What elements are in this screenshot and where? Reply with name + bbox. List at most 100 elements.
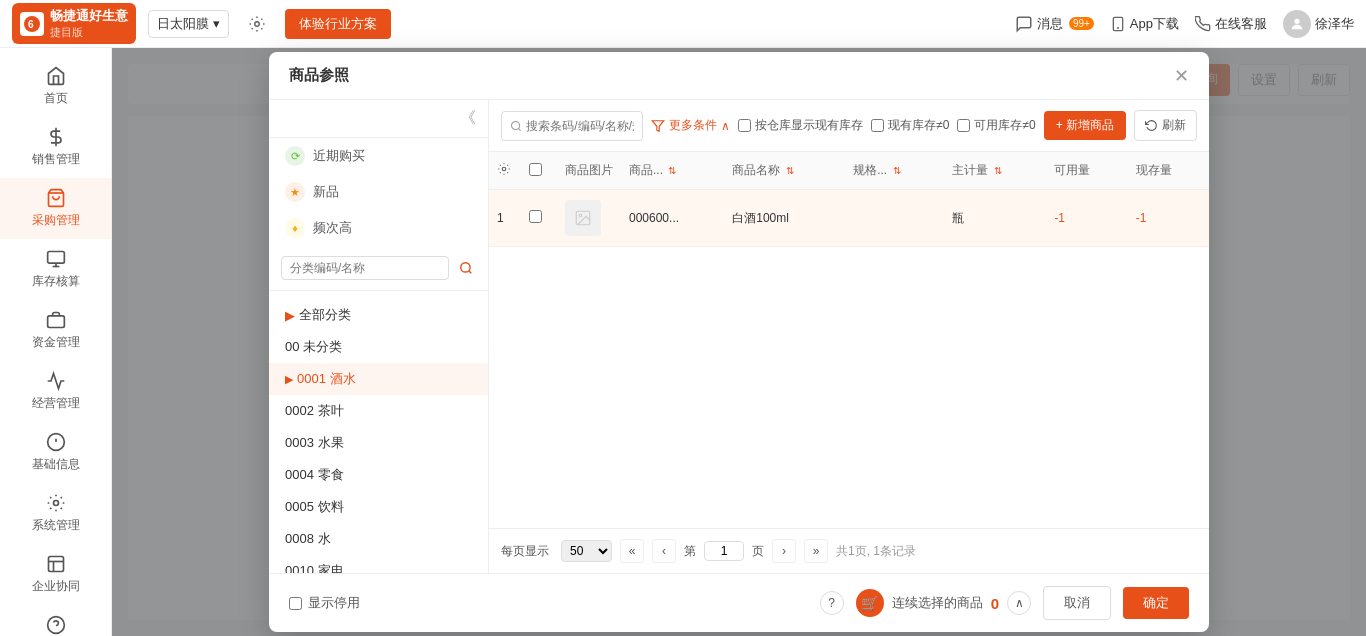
category-label-0004: 0004 零食: [285, 466, 344, 484]
cart-icon[interactable]: 🛒: [856, 589, 884, 617]
category-label-0008: 0008 水: [285, 530, 331, 548]
store-dropdown[interactable]: 日太阳膜 ▾: [148, 10, 229, 38]
category-item-all[interactable]: ▶ 全部分类: [269, 299, 488, 331]
svg-line-27: [468, 271, 471, 274]
user-name: 徐泽华: [1315, 15, 1354, 33]
category-item-0004[interactable]: 0004 零食: [269, 459, 488, 491]
refresh-btn[interactable]: 刷新: [1134, 110, 1197, 141]
show-disabled-text: 显示停用: [308, 594, 360, 612]
collapse-btn[interactable]: 《: [460, 108, 476, 129]
dialog-close-btn[interactable]: ✕: [1174, 67, 1189, 85]
filter-label: 更多条件: [669, 117, 717, 134]
trial-btn[interactable]: 体验行业方案: [285, 9, 391, 39]
th-checkbox[interactable]: [521, 152, 557, 190]
last-page-btn[interactable]: »: [804, 539, 828, 563]
available-label: 现有库存≠0: [888, 117, 949, 134]
sidebar-item-inventory[interactable]: 库存核算: [0, 239, 111, 300]
product-search-input[interactable]: [526, 119, 634, 133]
sidebar-label-system: 系统管理: [32, 517, 80, 534]
category-search-btn[interactable]: [455, 254, 476, 282]
td-unit: 瓶: [944, 190, 1046, 247]
category-search-input[interactable]: [281, 256, 449, 280]
filter-btn[interactable]: 更多条件 ∧: [651, 117, 730, 134]
sort-icon-code: ⇅: [668, 165, 676, 176]
first-page-btn[interactable]: «: [620, 539, 644, 563]
add-product-btn[interactable]: + 新增商品: [1044, 111, 1126, 140]
table-row[interactable]: 1: [489, 190, 1209, 247]
category-item-0005[interactable]: 0005 饮料: [269, 491, 488, 523]
page-input[interactable]: [704, 541, 744, 561]
freq-icon: ♦: [285, 218, 305, 238]
checkbox-available[interactable]: 现有库存≠0: [871, 117, 949, 134]
category-item-0008[interactable]: 0008 水: [269, 523, 488, 555]
quick-filter-freq[interactable]: ♦ 频次高: [269, 210, 488, 246]
confirm-btn[interactable]: 确定: [1123, 587, 1189, 619]
help-icon[interactable]: ?: [820, 591, 844, 615]
td-checkbox[interactable]: [521, 190, 557, 247]
row-checkbox[interactable]: [529, 210, 542, 223]
logo[interactable]: 6 畅捷通好生意 捷目版: [12, 3, 136, 44]
usable-checkbox[interactable]: [957, 119, 970, 132]
category-item-00[interactable]: 00 未分类: [269, 331, 488, 363]
select-all-checkbox[interactable]: [529, 163, 542, 176]
th-spec[interactable]: 规格... ⇅: [845, 152, 944, 190]
page-label: 第: [684, 543, 696, 560]
category-item-0003[interactable]: 0003 水果: [269, 427, 488, 459]
main-layout: 首页 销售管理 采购管理 库存核算 资金管理 经营管理 基础信息 系统管理: [0, 48, 1366, 636]
settings-icon[interactable]: [241, 8, 273, 40]
quick-filter-new[interactable]: ★ 新品: [269, 174, 488, 210]
right-panel: 更多条件 ∧ 按仓库显示现有库存 现有库存≠0: [489, 100, 1209, 573]
cart-collapse-btn[interactable]: ∧: [1007, 591, 1031, 615]
content-area: 查询 设置 刷新 商品参照 ✕ 《: [112, 48, 1366, 636]
product-table: 商品图片 商品... ⇅ 商品名称 ⇅: [489, 152, 1209, 247]
sidebar-item-home[interactable]: 首页: [0, 56, 111, 117]
td-index: 1: [489, 190, 521, 247]
sidebar-item-collab[interactable]: 企业协同: [0, 544, 111, 605]
category-label-0001: 0001 酒水: [297, 370, 356, 388]
sidebar-item-system[interactable]: 系统管理: [0, 483, 111, 544]
checkbox-warehouse[interactable]: 按仓库显示现有库存: [738, 117, 863, 134]
svg-point-26: [460, 263, 469, 272]
product-image: [565, 200, 601, 236]
svg-point-2: [255, 21, 260, 26]
product-search-box[interactable]: [501, 111, 643, 141]
per-page-select[interactable]: 50 100 200: [561, 540, 612, 562]
th-code[interactable]: 商品... ⇅: [621, 152, 724, 190]
sidebar-item-guide[interactable]: 新手引导: [0, 605, 111, 636]
category-label-0010: 0010 家电: [285, 562, 344, 573]
cart-label: 连续选择的商品: [892, 594, 983, 612]
sidebar-item-info[interactable]: 基础信息: [0, 422, 111, 483]
next-page-btn[interactable]: ›: [772, 539, 796, 563]
user-item[interactable]: 徐泽华: [1283, 10, 1354, 38]
online-service-item[interactable]: 在线客服: [1195, 15, 1267, 33]
sidebar-item-sales[interactable]: 销售管理: [0, 117, 111, 178]
app-download-item[interactable]: App下载: [1110, 15, 1179, 33]
store-name: 日太阳膜: [157, 15, 209, 33]
checkbox-usable[interactable]: 可用库存≠0: [957, 117, 1035, 134]
quick-filter-recent[interactable]: ⟳ 近期购买: [269, 138, 488, 174]
category-item-0010[interactable]: 0010 家电: [269, 555, 488, 573]
category-item-0001[interactable]: ▶ 0001 酒水: [269, 363, 488, 395]
dialog-header: 商品参照 ✕: [269, 52, 1209, 100]
sidebar-label-management: 经营管理: [32, 395, 80, 412]
online-service-label: 在线客服: [1215, 15, 1267, 33]
sidebar-item-management[interactable]: 经营管理: [0, 361, 111, 422]
available-checkbox[interactable]: [871, 119, 884, 132]
th-unit[interactable]: 主计量 ⇅: [944, 152, 1046, 190]
messages-item[interactable]: 消息 99+: [1015, 15, 1094, 33]
svg-point-15: [53, 501, 58, 506]
svg-rect-8: [47, 252, 64, 264]
sidebar-item-finance[interactable]: 资金管理: [0, 300, 111, 361]
show-disabled-label[interactable]: 显示停用: [289, 594, 360, 612]
category-item-0002[interactable]: 0002 茶叶: [269, 395, 488, 427]
warehouse-checkbox[interactable]: [738, 119, 751, 132]
show-disabled-checkbox[interactable]: [289, 597, 302, 610]
sidebar-item-purchase[interactable]: 采购管理: [0, 178, 111, 239]
svg-line-29: [518, 128, 520, 130]
category-label-0005: 0005 饮料: [285, 498, 344, 516]
cancel-btn[interactable]: 取消: [1043, 586, 1111, 620]
prev-page-btn[interactable]: ‹: [652, 539, 676, 563]
table-container: 商品图片 商品... ⇅ 商品名称 ⇅: [489, 152, 1209, 528]
recent-icon: ⟳: [285, 146, 305, 166]
th-name[interactable]: 商品名称 ⇅: [724, 152, 845, 190]
